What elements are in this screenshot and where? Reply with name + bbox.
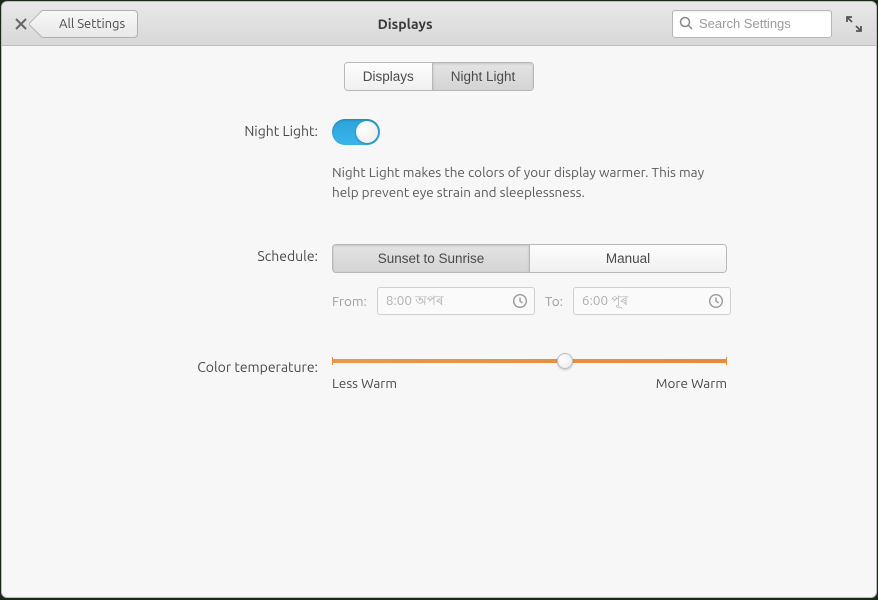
slider-min-label: Less Warm [332,375,397,391]
clock-icon [708,293,724,309]
to-time-value: 6:00 পূৰ [582,290,628,313]
titlebar: All Settings Displays [2,2,876,46]
slider-max-label: More Warm [656,375,727,391]
search-icon [679,16,694,31]
tab-night-light[interactable]: Night Light [432,63,534,90]
schedule-manual-button[interactable]: Manual [529,245,726,272]
night-light-toggle[interactable] [332,119,380,145]
search-input[interactable] [672,10,832,38]
content-area: Displays Night Light Night Light: Night … [2,46,876,597]
slider-thumb[interactable] [557,353,573,369]
fullscreen-button[interactable] [840,10,868,38]
from-time-field[interactable]: 8:00 অপৰ [377,287,535,315]
night-light-label: Night Light: [42,119,332,139]
clock-icon [512,293,528,309]
color-temp-slider[interactable]: Less Warm More Warm [332,355,727,391]
color-temp-label: Color temperature: [42,355,332,375]
to-time-field[interactable]: 6:00 পূৰ [573,287,731,315]
toggle-knob [356,121,378,143]
night-light-description: Night Light makes the colors of your dis… [332,163,732,202]
tab-group: Displays Night Light [344,62,535,91]
window-title: Displays [146,16,664,32]
schedule-label: Schedule: [42,244,332,264]
fullscreen-icon [846,16,862,32]
from-label: From: [332,293,367,309]
schedule-sunset-button[interactable]: Sunset to Sunrise [333,245,529,272]
back-button-label: All Settings [59,17,125,31]
schedule-segmented: Sunset to Sunrise Manual [332,244,727,273]
search-wrap [672,10,832,38]
to-label: To: [545,293,563,309]
tab-displays[interactable]: Displays [345,63,432,90]
from-time-value: 8:00 অপৰ [386,290,444,313]
all-settings-back-button[interactable]: All Settings [40,10,138,38]
